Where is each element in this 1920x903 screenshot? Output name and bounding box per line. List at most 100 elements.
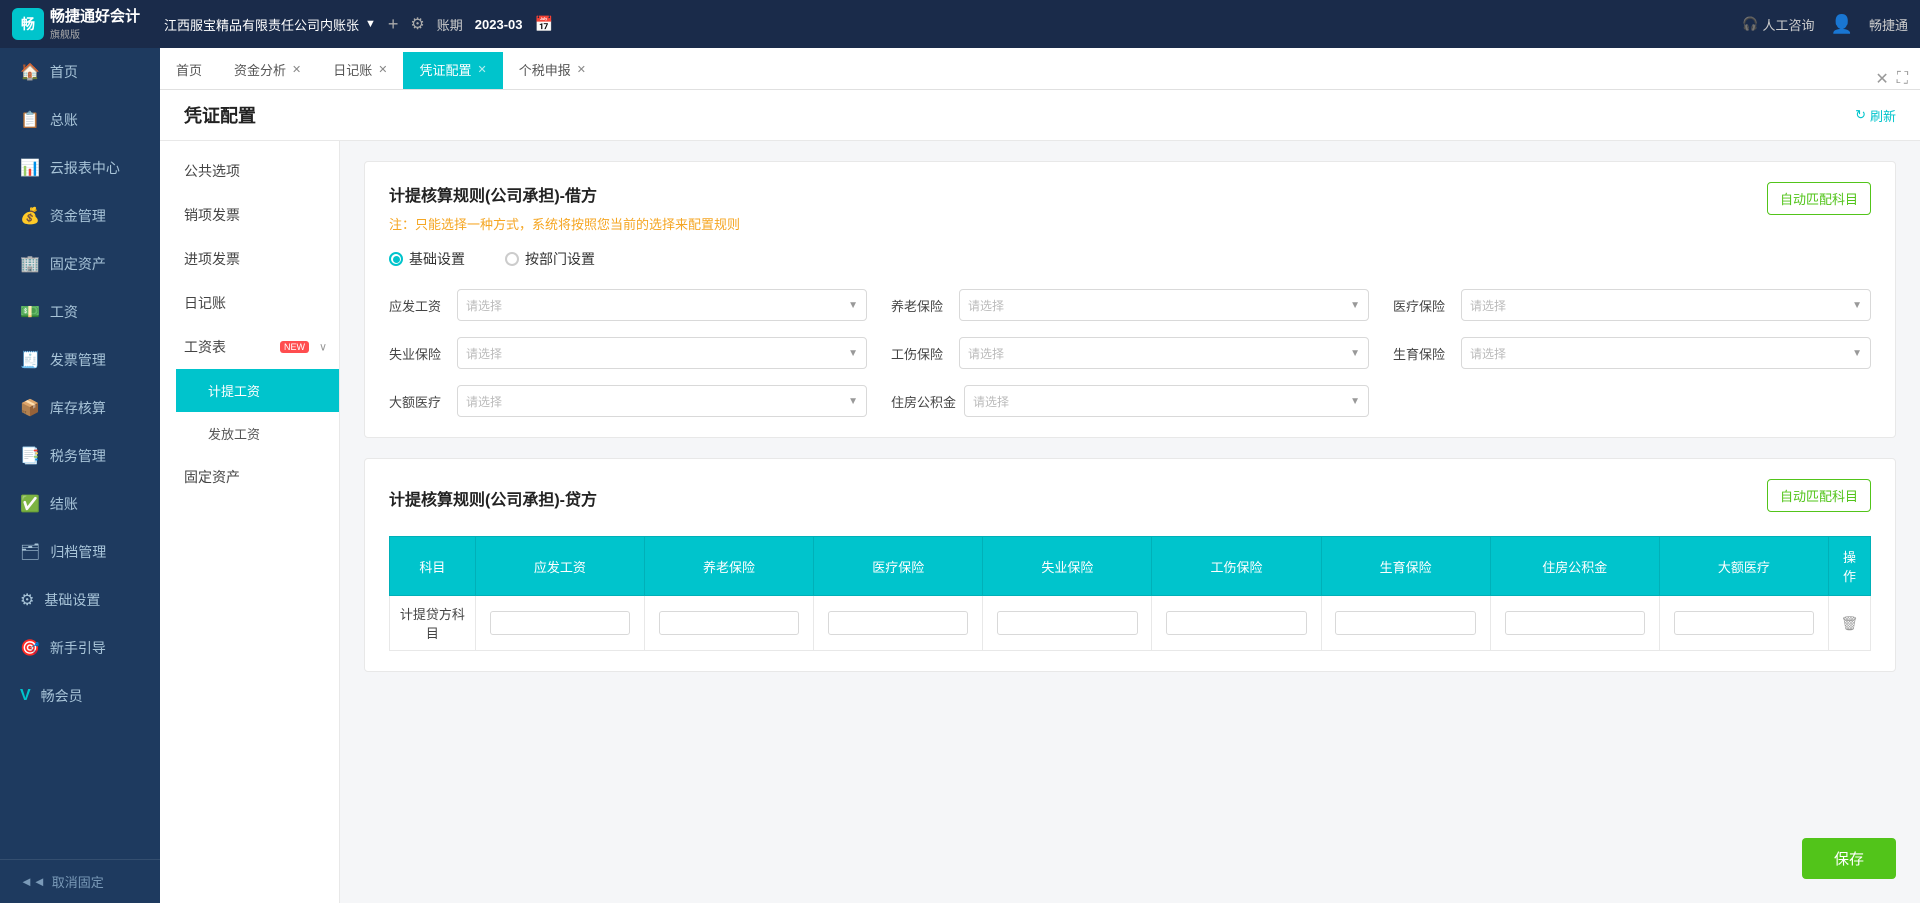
select-pension[interactable]: 请选择 ▼ [959, 289, 1369, 321]
credit-table: 科目 应发工资 养老保险 医疗保险 失业保险 工伤保险 生育保险 住房公积金 大… [389, 536, 1871, 651]
tab-voucher-config[interactable]: 凭证配置 ✕ [403, 52, 502, 89]
company-selector[interactable]: 江西服宝精品有限责任公司内账张 ▼ [164, 15, 376, 34]
tab-funds-analysis[interactable]: 资金分析 ✕ [218, 52, 317, 89]
select-medical[interactable]: 请选择 ▼ [1461, 289, 1871, 321]
sidebar-item-funds[interactable]: 💰 资金管理 [0, 192, 160, 240]
input-housing[interactable] [1505, 611, 1646, 635]
col-header-gross: 应发工资 [475, 537, 644, 596]
cell-housing-input[interactable] [1490, 596, 1659, 651]
refresh-button[interactable]: ↻ 刷新 [1855, 106, 1896, 125]
unpin-button[interactable]: ◄◄ 取消固定 [0, 859, 160, 903]
input-unemployment[interactable] [997, 611, 1138, 635]
ledger-icon: 📋 [20, 110, 40, 130]
tab-close-icon[interactable]: ✕ [292, 63, 301, 76]
cell-major-medical-input[interactable] [1659, 596, 1828, 651]
select-arrow-icon: ▼ [848, 348, 858, 359]
nav-fixed-assets[interactable]: 固定资产 [160, 455, 339, 499]
sidebar-item-label: 基础设置 [44, 590, 100, 610]
sidebar-item-assets[interactable]: 🏢 固定资产 [0, 240, 160, 288]
sidebar-item-guide[interactable]: 🎯 新手引导 [0, 624, 160, 672]
cell-injury-input[interactable] [1152, 596, 1321, 651]
label-maternity: 生育保险 [1393, 344, 1453, 363]
cell-gross-input[interactable] [475, 596, 644, 651]
logo-area: 畅 畅捷通好会计 旗舰版 [12, 8, 152, 41]
tab-close-icon[interactable]: ✕ [478, 63, 487, 76]
delete-row-icon[interactable]: 🗑 [1841, 615, 1859, 631]
add-tab-button[interactable]: + [388, 14, 399, 35]
sidebar-item-vip[interactable]: V 畅会员 [0, 672, 160, 720]
sidebar-item-salary[interactable]: 💵 工资 [0, 288, 160, 336]
funds-icon: 💰 [20, 206, 40, 226]
nav-sales-invoice[interactable]: 销项发票 [160, 193, 339, 237]
select-gross-salary[interactable]: 请选择 ▼ [457, 289, 867, 321]
select-housing-fund[interactable]: 请选择 ▼ [964, 385, 1369, 417]
sidebar-item-invoice[interactable]: 🧾 发票管理 [0, 336, 160, 384]
debit-section: 计提核算规则(公司承担)-借方 注：只能选择一种方式，系统将按照您当前的选择来配… [364, 161, 1896, 438]
company-dropdown-icon[interactable]: ▼ [365, 18, 376, 30]
col-header-housing: 住房公积金 [1490, 537, 1659, 596]
user-avatar-icon: 👤 [1831, 14, 1853, 35]
select-arrow-icon: ▼ [1350, 300, 1360, 311]
sidebar-item-archive[interactable]: 🗂 归档管理 [0, 528, 160, 576]
new-badge: NEW [280, 341, 309, 353]
nav-payroll-table[interactable]: 工资表 NEW ∨ [160, 325, 339, 369]
input-gross[interactable] [490, 611, 631, 635]
sidebar-item-home[interactable]: 🏠 首页 [0, 48, 160, 96]
cell-delete[interactable]: 🗑 [1828, 596, 1870, 651]
input-pension[interactable] [659, 611, 800, 635]
radio-basic-settings[interactable]: 基础设置 [389, 249, 465, 269]
select-injury[interactable]: 请选择 ▼ [959, 337, 1369, 369]
tab-home[interactable]: 首页 [160, 52, 218, 89]
label-gross-salary: 应发工资 [389, 296, 449, 315]
input-maternity[interactable] [1335, 611, 1476, 635]
maximize-icon[interactable]: ⛶ [1897, 70, 1908, 88]
assets-icon: 🏢 [20, 254, 40, 274]
sidebar-item-label: 结账 [50, 494, 78, 514]
nav-payroll-accrual[interactable]: 计提工资 [176, 369, 339, 412]
cell-medical-input[interactable] [814, 596, 983, 651]
sidebar-item-reports[interactable]: 📊 云报表中心 [0, 144, 160, 192]
inner-layout: 公共选项 销项发票 进项发票 日记账 工资表 NEW ∨ [160, 141, 1920, 903]
sidebar-item-label: 畅会员 [41, 686, 83, 706]
radio-dept-label: 按部门设置 [525, 249, 595, 269]
input-major-medical[interactable] [1674, 611, 1815, 635]
tab-label: 资金分析 [234, 60, 286, 79]
sidebar-item-settings[interactable]: ⚙ 基础设置 [0, 576, 160, 624]
username: 畅捷通 [1869, 15, 1908, 34]
table-header-row: 科目 应发工资 养老保险 医疗保险 失业保险 工伤保险 生育保险 住房公积金 大… [390, 537, 1871, 596]
sidebar-item-label: 资金管理 [50, 206, 106, 226]
close-tab-icon[interactable]: ✕ [1875, 69, 1888, 89]
sidebar-item-label: 税务管理 [50, 446, 106, 466]
cell-unemployment-input[interactable] [983, 596, 1152, 651]
cell-pension-input[interactable] [644, 596, 813, 651]
sidebar-item-ledger[interactable]: 📋 总账 [0, 96, 160, 144]
select-major-medical[interactable]: 请选择 ▼ [457, 385, 867, 417]
cell-maternity-input[interactable] [1321, 596, 1490, 651]
input-injury[interactable] [1166, 611, 1307, 635]
sidebar-item-close[interactable]: ✅ 结账 [0, 480, 160, 528]
support-button[interactable]: 🎧 人工咨询 [1742, 15, 1814, 34]
sidebar-item-label: 归档管理 [50, 542, 106, 562]
auto-match-credit-button[interactable]: 自动匹配科目 [1767, 479, 1871, 512]
nav-public-options[interactable]: 公共选项 [160, 149, 339, 193]
tab-close-icon[interactable]: ✕ [577, 63, 586, 76]
auto-match-debit-button[interactable]: 自动匹配科目 [1767, 182, 1871, 215]
settings-icon[interactable]: ⚙ [410, 14, 424, 34]
tab-close-icon[interactable]: ✕ [378, 63, 387, 76]
select-maternity[interactable]: 请选择 ▼ [1461, 337, 1871, 369]
nav-payroll-disbursement[interactable]: 发放工资 [176, 412, 339, 455]
input-medical[interactable] [828, 611, 969, 635]
invoice-icon: 🧾 [20, 350, 40, 370]
tab-tax-report[interactable]: 个税申报 ✕ [503, 52, 602, 89]
calendar-icon[interactable]: 📅 [535, 15, 554, 33]
inventory-icon: 📦 [20, 398, 40, 418]
nav-purchase-invoice[interactable]: 进项发票 [160, 237, 339, 281]
save-button[interactable]: 保存 [1802, 838, 1896, 879]
nav-journal[interactable]: 日记账 [160, 281, 339, 325]
sidebar-item-tax[interactable]: 📑 税务管理 [0, 432, 160, 480]
radio-dept-settings[interactable]: 按部门设置 [505, 249, 595, 269]
select-unemployment[interactable]: 请选择 ▼ [457, 337, 867, 369]
select-arrow-icon: ▼ [848, 300, 858, 311]
sidebar-item-inventory[interactable]: 📦 库存核算 [0, 384, 160, 432]
tab-journal[interactable]: 日记账 ✕ [317, 52, 403, 89]
